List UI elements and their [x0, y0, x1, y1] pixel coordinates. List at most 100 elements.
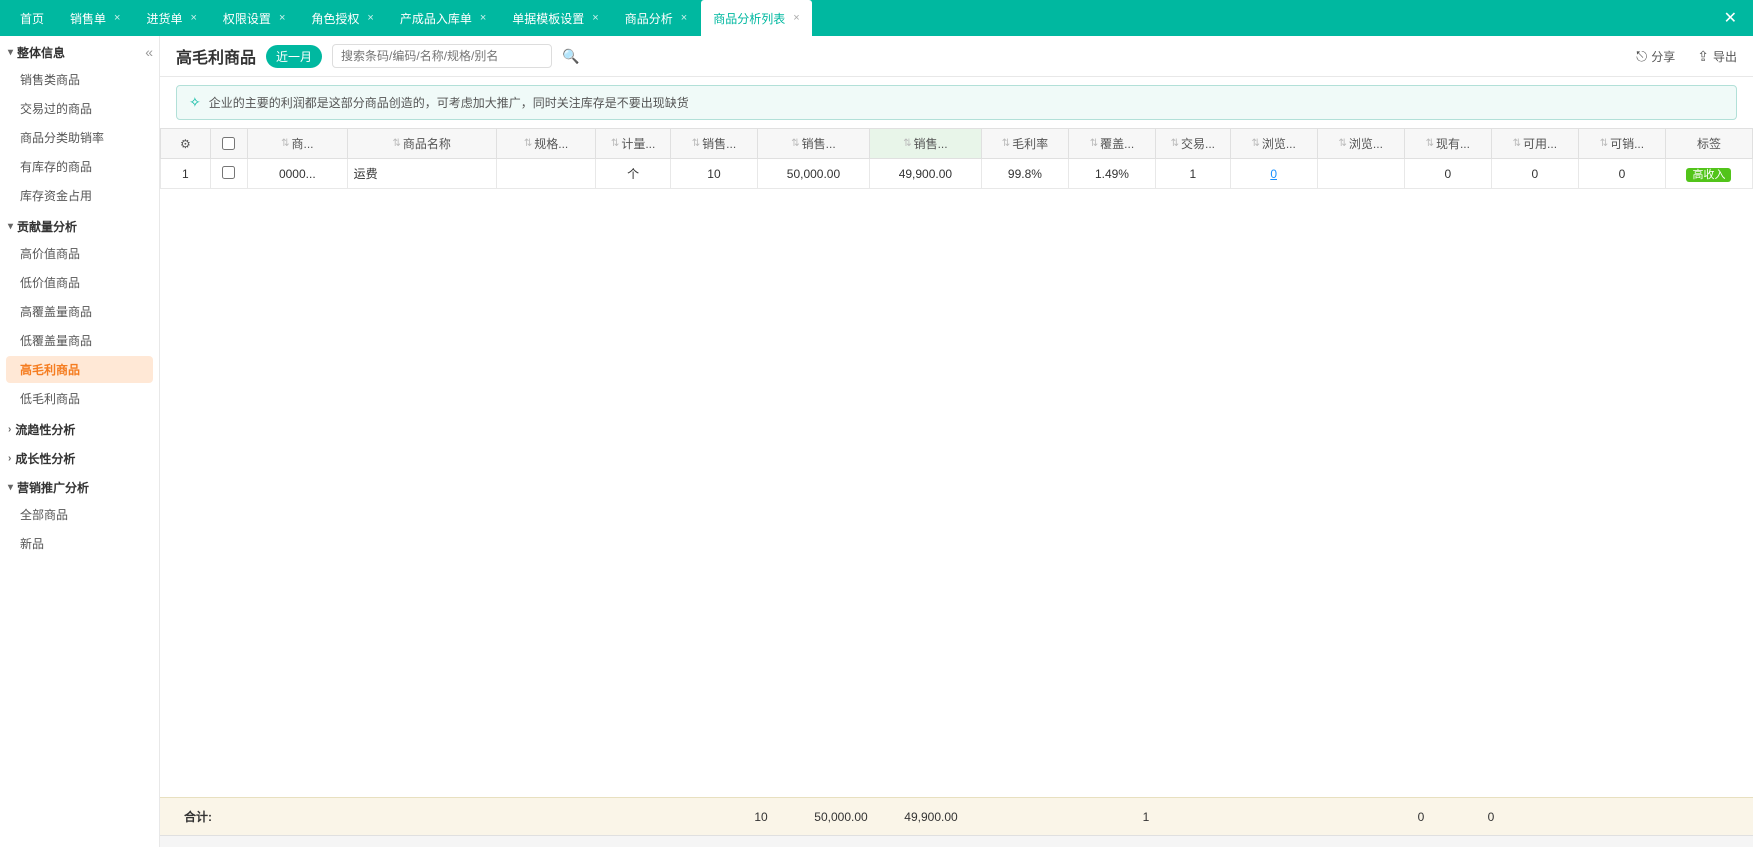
sidebar-group-growth[interactable]: › 成长性分析: [0, 442, 159, 471]
nav-template-label: 单据模板设置: [512, 10, 584, 27]
nav-product-analysis-list[interactable]: 商品分析列表 ×: [701, 0, 811, 36]
cell-spec: [496, 159, 596, 189]
bottom-scrollbar[interactable]: [160, 835, 1753, 847]
sidebar-item-category-rate[interactable]: 商品分类助销率: [0, 123, 159, 152]
sidebar-group-trend[interactable]: › 流趋性分析: [0, 413, 159, 442]
sidebar-item-high-coverage[interactable]: 高覆盖量商品: [0, 297, 159, 326]
sidebar-group-contribution[interactable]: ▾ 贡献量分析: [0, 210, 159, 239]
col-header-sales-profit[interactable]: ⇅ 销售...: [869, 129, 981, 159]
col-header-cover[interactable]: ⇅ 覆盖...: [1068, 129, 1155, 159]
col-salable-label: 可销...: [1610, 135, 1644, 152]
cell-name: 运费: [347, 159, 496, 189]
cell-check[interactable]: [210, 159, 247, 189]
search-input[interactable]: [332, 44, 552, 68]
nav-analysis-close[interactable]: ×: [681, 12, 687, 24]
top-navigation: 首页 销售单 × 进货单 × 权限设置 × 角色授权 × 产成品入库单 × 单据…: [0, 0, 1753, 36]
table-header-row: ⚙ ⇅ 商... ⇅: [161, 129, 1753, 159]
sidebar-item-low-margin[interactable]: 低毛利商品: [0, 384, 159, 413]
col-unit-label: 计量...: [621, 135, 655, 152]
sort-icon-salable: ⇅: [1600, 138, 1608, 149]
nav-template-settings[interactable]: 单据模板设置 ×: [500, 0, 610, 36]
window-close-button[interactable]: ✕: [1716, 8, 1745, 28]
col-header-check[interactable]: [210, 129, 247, 159]
col-header-trade[interactable]: ⇅ 交易...: [1156, 129, 1231, 159]
nav-product-close[interactable]: ×: [480, 12, 486, 24]
marketing-group-arrow: ▾: [8, 482, 13, 493]
export-button[interactable]: ⇪ 导出: [1697, 48, 1737, 65]
col-code-label: 商...: [292, 135, 314, 152]
sidebar-item-low-coverage[interactable]: 低覆盖量商品: [0, 326, 159, 355]
col-header-avail[interactable]: ⇅ 可用...: [1491, 129, 1578, 159]
sidebar-collapse-button[interactable]: «: [145, 44, 153, 60]
sidebar-item-low-value[interactable]: 低价值商品: [0, 268, 159, 297]
col-header-browse1[interactable]: ⇅ 浏览...: [1230, 129, 1317, 159]
table-row: 1 0000... 运费 个 10 50,000.00 49,900.00 99…: [161, 159, 1753, 189]
table-container[interactable]: ⚙ ⇅ 商... ⇅: [160, 128, 1753, 797]
nav-sales-order-label: 销售单: [70, 10, 106, 27]
share-button[interactable]: ⎋ 分享: [1636, 48, 1675, 65]
nav-role-auth[interactable]: 角色授权 ×: [299, 0, 385, 36]
cell-browse1[interactable]: 0: [1230, 159, 1317, 189]
nav-sales-order[interactable]: 销售单 ×: [58, 0, 132, 36]
col-header-browse2[interactable]: ⇅ 浏览...: [1317, 129, 1404, 159]
sidebar-item-high-value[interactable]: 高价值商品: [0, 239, 159, 268]
footer-sales-profit: 49,900.00: [886, 810, 976, 824]
col-b1-label: 浏览...: [1262, 135, 1296, 152]
search-button[interactable]: 🔍: [562, 48, 579, 65]
sort-icon-trade: ⇅: [1171, 138, 1179, 149]
nav-purchase-close[interactable]: ×: [190, 12, 196, 24]
footer-total: 合计: 10 50,000.00 49,900.00 1 0 0: [160, 797, 1753, 835]
content-header: 高毛利商品 近一月 🔍 ⎋ 分享 ⇪ 导出: [160, 36, 1753, 77]
col-header-spec[interactable]: ⇅ 规格...: [496, 129, 596, 159]
nav-home-label: 首页: [20, 10, 44, 27]
cell-browse2: [1317, 159, 1404, 189]
share-label: 分享: [1651, 48, 1675, 65]
nav-product-inbound[interactable]: 产成品入库单 ×: [388, 0, 498, 36]
sidebar-item-stock-capital[interactable]: 库存资金占用: [0, 181, 159, 210]
info-banner: ✧ 企业的主要的利润都是这部分商品创造的，可考虑加大推广，同时关注库存是不要出现…: [176, 85, 1737, 120]
col-grate-label: 毛利率: [1012, 135, 1048, 152]
sidebar-item-all-goods[interactable]: 全部商品: [0, 500, 159, 529]
sidebar-item-high-margin[interactable]: 高毛利商品: [6, 356, 153, 383]
nav-permission-settings[interactable]: 权限设置 ×: [211, 0, 297, 36]
col-header-tag[interactable]: 标签: [1665, 129, 1752, 159]
col-sprofit-label: 销售...: [914, 135, 948, 152]
col-avail-label: 可用...: [1523, 135, 1557, 152]
col-name-label: 商品名称: [403, 135, 451, 152]
info-icon: ✧: [189, 94, 201, 111]
col-header-name[interactable]: ⇅ 商品名称: [347, 129, 496, 159]
browse1-link[interactable]: 0: [1270, 167, 1277, 181]
sidebar-group-overall[interactable]: ▾ 整体信息: [0, 36, 159, 65]
nav-analysis-label: 商品分析: [625, 10, 673, 27]
nav-sales-order-close[interactable]: ×: [114, 12, 120, 24]
footer-salable: 0: [1456, 810, 1526, 824]
col-header-gross-rate[interactable]: ⇅ 毛利率: [981, 129, 1068, 159]
col-header-unit[interactable]: ⇅ 计量...: [596, 129, 671, 159]
sidebar-item-new-goods[interactable]: 新品: [0, 529, 159, 558]
growth-group-arrow: ›: [8, 453, 11, 464]
row-checkbox[interactable]: [222, 166, 235, 179]
filter-month-button[interactable]: 近一月: [266, 45, 322, 68]
sidebar-group-marketing[interactable]: ▾ 营销推广分析: [0, 471, 159, 500]
nav-product-analysis[interactable]: 商品分析 ×: [613, 0, 699, 36]
sidebar-item-sales-goods[interactable]: 销售类商品: [0, 65, 159, 94]
nav-home[interactable]: 首页: [8, 0, 56, 36]
col-b2-label: 浏览...: [1349, 135, 1383, 152]
col-header-sales-qty[interactable]: ⇅ 销售...: [670, 129, 757, 159]
sidebar-item-traded-goods[interactable]: 交易过的商品: [0, 94, 159, 123]
sidebar-item-stock-goods[interactable]: 有库存的商品: [0, 152, 159, 181]
nav-permission-close[interactable]: ×: [279, 12, 285, 24]
col-header-code[interactable]: ⇅ 商...: [248, 129, 348, 159]
select-all-checkbox[interactable]: [222, 137, 235, 150]
nav-purchase-order[interactable]: 进货单 ×: [134, 0, 208, 36]
settings-icon[interactable]: ⚙: [180, 137, 191, 151]
nav-analysis-list-close[interactable]: ×: [793, 12, 799, 24]
marketing-group-label: 营销推广分析: [17, 479, 89, 496]
col-stock-label: 现有...: [1436, 135, 1470, 152]
col-header-stock[interactable]: ⇅ 现有...: [1404, 129, 1491, 159]
nav-template-close[interactable]: ×: [592, 12, 598, 24]
nav-role-close[interactable]: ×: [367, 12, 373, 24]
col-header-salable[interactable]: ⇅ 可销...: [1578, 129, 1665, 159]
col-header-sales-amt[interactable]: ⇅ 销售...: [758, 129, 870, 159]
sort-icon-name: ⇅: [392, 138, 400, 149]
